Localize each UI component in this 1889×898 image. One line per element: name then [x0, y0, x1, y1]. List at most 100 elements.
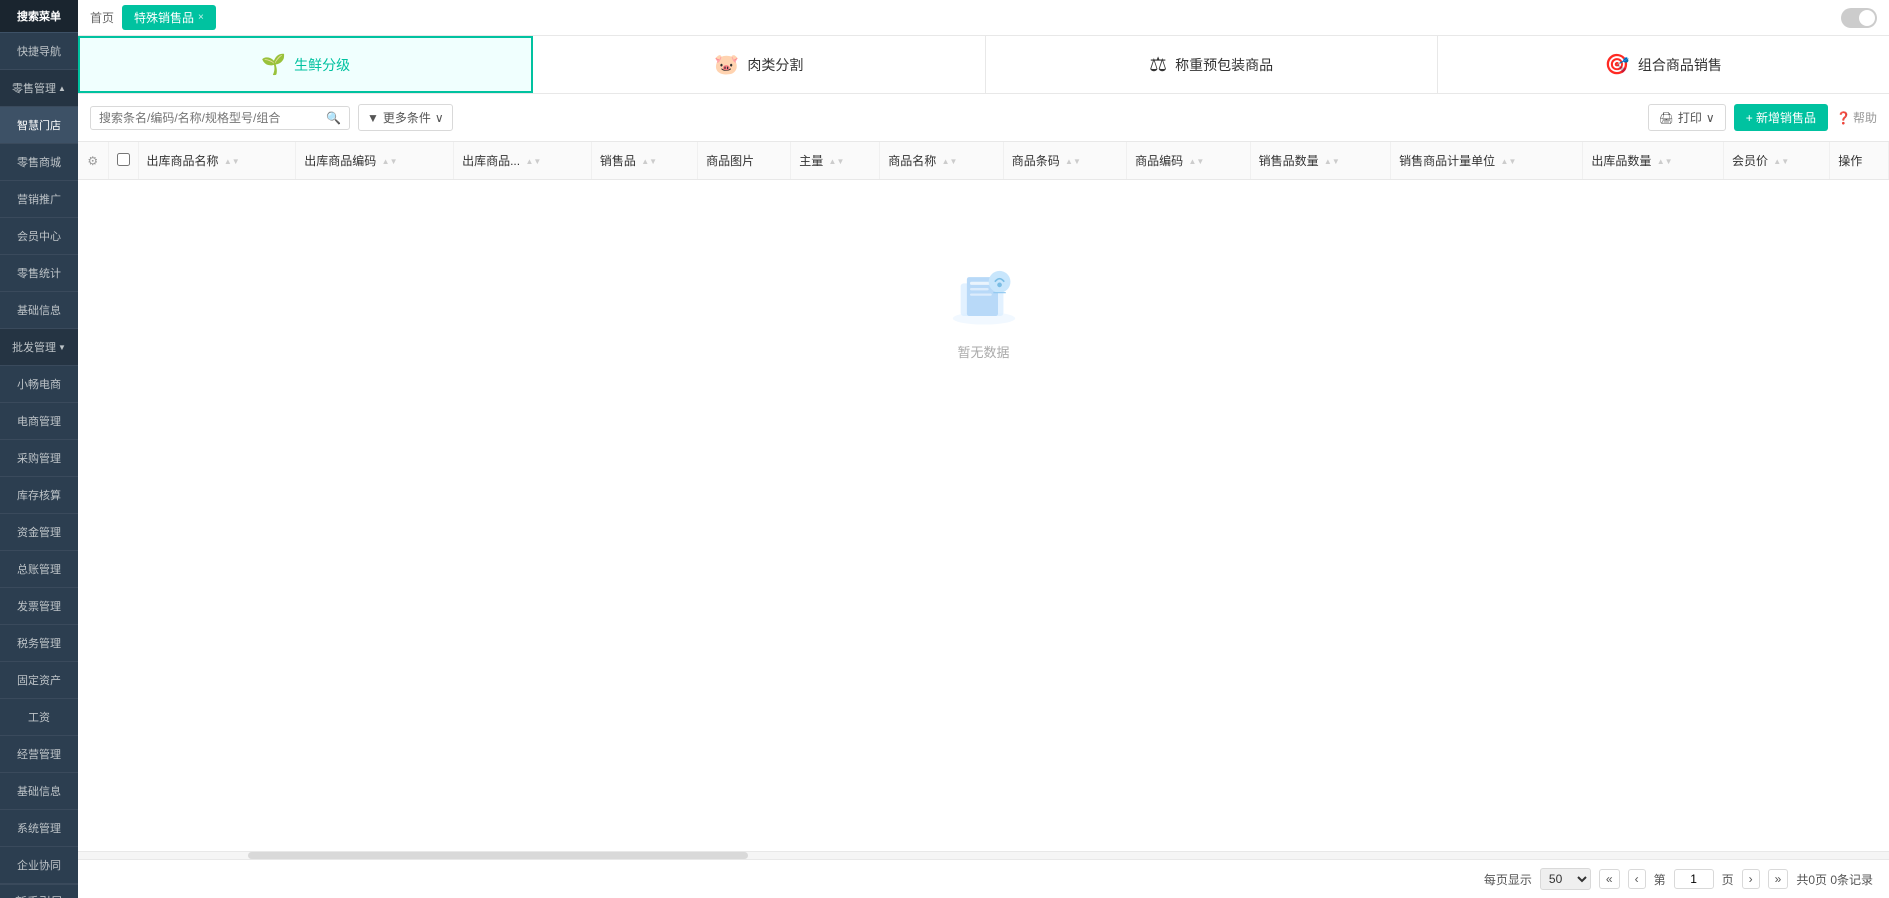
- sort-arrows-icon: ▲▼: [1773, 157, 1789, 166]
- th-out-goods-code[interactable]: 出库商品编码 ▲▼: [296, 142, 454, 180]
- page-label-before: 第: [1654, 871, 1666, 888]
- th-goods-name[interactable]: 商品名称 ▲▼: [880, 142, 1003, 180]
- empty-state: 暂无数据: [78, 180, 1889, 441]
- filter-button[interactable]: ▼ 更多条件 ∨: [358, 104, 453, 131]
- sort-arrows-icon: ▲▼: [1065, 157, 1081, 166]
- cat-tab-combo[interactable]: 🎯 组合商品销售: [1438, 36, 1889, 93]
- th-goods-code[interactable]: 商品编码 ▲▼: [1127, 142, 1250, 180]
- sidebar-item-ledger[interactable]: 总账管理: [0, 551, 78, 588]
- th-sales-qty[interactable]: 销售品数量 ▲▼: [1250, 142, 1391, 180]
- sidebar-item-ecom-mgmt[interactable]: 电商管理: [0, 403, 78, 440]
- sort-arrows-icon: ▲▼: [224, 157, 240, 166]
- sidebar-item-fixed-assets[interactable]: 固定资产: [0, 662, 78, 699]
- filter-icon: ▼: [367, 111, 379, 125]
- toolbar: 🔍 ▼ 更多条件 ∨ 🖨 打印 ∨ + 新增销售品 ❓ 帮助: [78, 94, 1889, 142]
- cat-tab-fresh-grade-label: 生鲜分级: [294, 55, 350, 75]
- help-button[interactable]: ❓ 帮助: [1836, 109, 1877, 126]
- th-out-qty[interactable]: 出库品数量 ▲▼: [1583, 142, 1724, 180]
- add-sales-button[interactable]: + 新增销售品: [1734, 104, 1828, 131]
- horizontal-scrollbar[interactable]: [78, 851, 1889, 859]
- fresh-grade-icon: 🌱: [261, 52, 286, 77]
- help-icon: ❓: [1836, 111, 1851, 125]
- sidebar-item-inventory[interactable]: 库存核算: [0, 477, 78, 514]
- tab-close-icon[interactable]: ×: [198, 12, 204, 23]
- sidebar-item-retail-mall[interactable]: 零售商城: [0, 144, 78, 181]
- page-number-input[interactable]: [1674, 869, 1714, 889]
- sidebar-item-purchase-mgmt[interactable]: 采购管理: [0, 440, 78, 477]
- sidebar-item-tax[interactable]: 税务管理: [0, 625, 78, 662]
- horizontal-scroll-thumb[interactable]: [248, 852, 748, 859]
- sort-arrows-icon: ▲▼: [1324, 157, 1340, 166]
- sidebar-item-finance[interactable]: 资金管理: [0, 514, 78, 551]
- toggle-button[interactable]: [1841, 8, 1877, 28]
- th-sales-unit[interactable]: 销售商品计量单位 ▲▼: [1391, 142, 1583, 180]
- per-page-label: 每页显示: [1484, 871, 1532, 888]
- pagination: 每页显示 50 100 200 « ‹ 第 页 › » 共0页 0条记录: [78, 859, 1889, 898]
- topbar-home[interactable]: 首页: [90, 9, 114, 26]
- next-page-button[interactable]: ›: [1742, 869, 1760, 889]
- sort-arrows-icon: ▲▼: [942, 157, 958, 166]
- sidebar-item-member-center[interactable]: 会员中心: [0, 218, 78, 255]
- sort-arrows-icon: ▲▼: [1657, 157, 1673, 166]
- sidebar-item-basic-info[interactable]: 基础信息: [0, 292, 78, 329]
- empty-state-image: [944, 260, 1024, 330]
- sidebar-item-smart-store[interactable]: 智慧门店: [0, 107, 78, 144]
- filter-label: 更多条件: [383, 109, 431, 126]
- sidebar-item-quick-nav[interactable]: 快捷导航: [0, 33, 78, 70]
- table-header-row: ⚙ 出库商品名称 ▲▼ 出库商品编码 ▲▼ 出库: [78, 142, 1889, 180]
- empty-text: 暂无数据: [957, 342, 1009, 361]
- th-checkbox[interactable]: [108, 142, 138, 180]
- print-button[interactable]: 🖨 打印 ∨: [1648, 104, 1726, 131]
- per-page-select[interactable]: 50 100 200: [1540, 868, 1591, 890]
- sidebar-newbie-guide[interactable]: 新手引导: [0, 884, 78, 898]
- sidebar-logo[interactable]: 搜索菜单: [0, 0, 78, 33]
- sidebar-item-invoice[interactable]: 发票管理: [0, 588, 78, 625]
- select-all-checkbox[interactable]: [117, 153, 130, 166]
- main-content: 首页 特殊销售品 × 🌱 生鲜分级 🐷 肉类分割 ⚖ 称重预包装商品: [78, 0, 1889, 898]
- sidebar-item-wages[interactable]: 工资: [0, 699, 78, 736]
- sidebar-item-retail-stats[interactable]: 零售统计: [0, 255, 78, 292]
- filter-arrow-icon: ∨: [435, 111, 444, 125]
- search-box[interactable]: 🔍: [90, 106, 350, 130]
- th-settings[interactable]: ⚙: [78, 142, 108, 180]
- sidebar-item-enterprise[interactable]: 企业协同: [0, 847, 78, 884]
- th-member-price[interactable]: 会员价 ▲▼: [1723, 142, 1829, 180]
- last-page-button[interactable]: »: [1768, 869, 1789, 889]
- th-out-goods-spec[interactable]: 出库商品... ▲▼: [454, 142, 592, 180]
- th-ops: 操作: [1830, 142, 1889, 180]
- th-weight[interactable]: 主量 ▲▼: [791, 142, 880, 180]
- weight-pack-icon: ⚖: [1149, 52, 1167, 77]
- page-label-after: 页: [1722, 871, 1734, 888]
- sidebar: 搜索菜单 快捷导航 零售管理 ▲ 智慧门店 零售商城 营销推广 会员中心 零售统…: [0, 0, 78, 898]
- search-icon[interactable]: 🔍: [326, 111, 341, 125]
- first-page-button[interactable]: «: [1599, 869, 1620, 889]
- sort-arrows-icon: ▲▼: [525, 157, 541, 166]
- category-tabs: 🌱 生鲜分级 🐷 肉类分割 ⚖ 称重预包装商品 🎯 组合商品销售: [78, 36, 1889, 94]
- sidebar-item-mini-ecom[interactable]: 小畅电商: [0, 366, 78, 403]
- topbar-active-tab[interactable]: 特殊销售品 ×: [122, 5, 216, 30]
- cat-tab-fresh-grade[interactable]: 🌱 生鲜分级: [78, 36, 533, 93]
- th-goods-barcode[interactable]: 商品条码 ▲▼: [1003, 142, 1126, 180]
- search-input[interactable]: [99, 111, 322, 125]
- prev-page-button[interactable]: ‹: [1628, 869, 1646, 889]
- print-label: 打印: [1678, 109, 1702, 126]
- total-info: 共0页 0条记录: [1796, 871, 1873, 888]
- cat-tab-weight-pack[interactable]: ⚖ 称重预包装商品: [986, 36, 1438, 93]
- sidebar-item-retail-mgmt[interactable]: 零售管理 ▲: [0, 70, 78, 107]
- meat-cut-icon: 🐷: [714, 52, 739, 77]
- top-right-controls: [1841, 8, 1877, 28]
- sidebar-item-basic-info2[interactable]: 基础信息: [0, 773, 78, 810]
- sort-arrows-icon: ▲▼: [829, 157, 845, 166]
- sidebar-item-sales-promo[interactable]: 营销推广: [0, 181, 78, 218]
- toolbar-right: 🖨 打印 ∨ + 新增销售品 ❓ 帮助: [1648, 104, 1877, 131]
- th-out-goods-name[interactable]: 出库商品名称 ▲▼: [138, 142, 296, 180]
- sort-arrows-icon: ▲▼: [382, 157, 398, 166]
- sidebar-item-ops-mgmt[interactable]: 经营管理: [0, 736, 78, 773]
- th-sales-goods[interactable]: 销售品 ▲▼: [591, 142, 697, 180]
- sidebar-item-sys-mgmt[interactable]: 系统管理: [0, 810, 78, 847]
- sidebar-item-wholesale-mgmt[interactable]: 批发管理 ▼: [0, 329, 78, 366]
- chevron-down-icon: ▼: [58, 343, 66, 352]
- main-table: ⚙ 出库商品名称 ▲▼ 出库商品编码 ▲▼ 出库: [78, 142, 1889, 180]
- cat-tab-meat-cut[interactable]: 🐷 肉类分割: [533, 36, 985, 93]
- chevron-down-icon: ▲: [58, 84, 66, 93]
